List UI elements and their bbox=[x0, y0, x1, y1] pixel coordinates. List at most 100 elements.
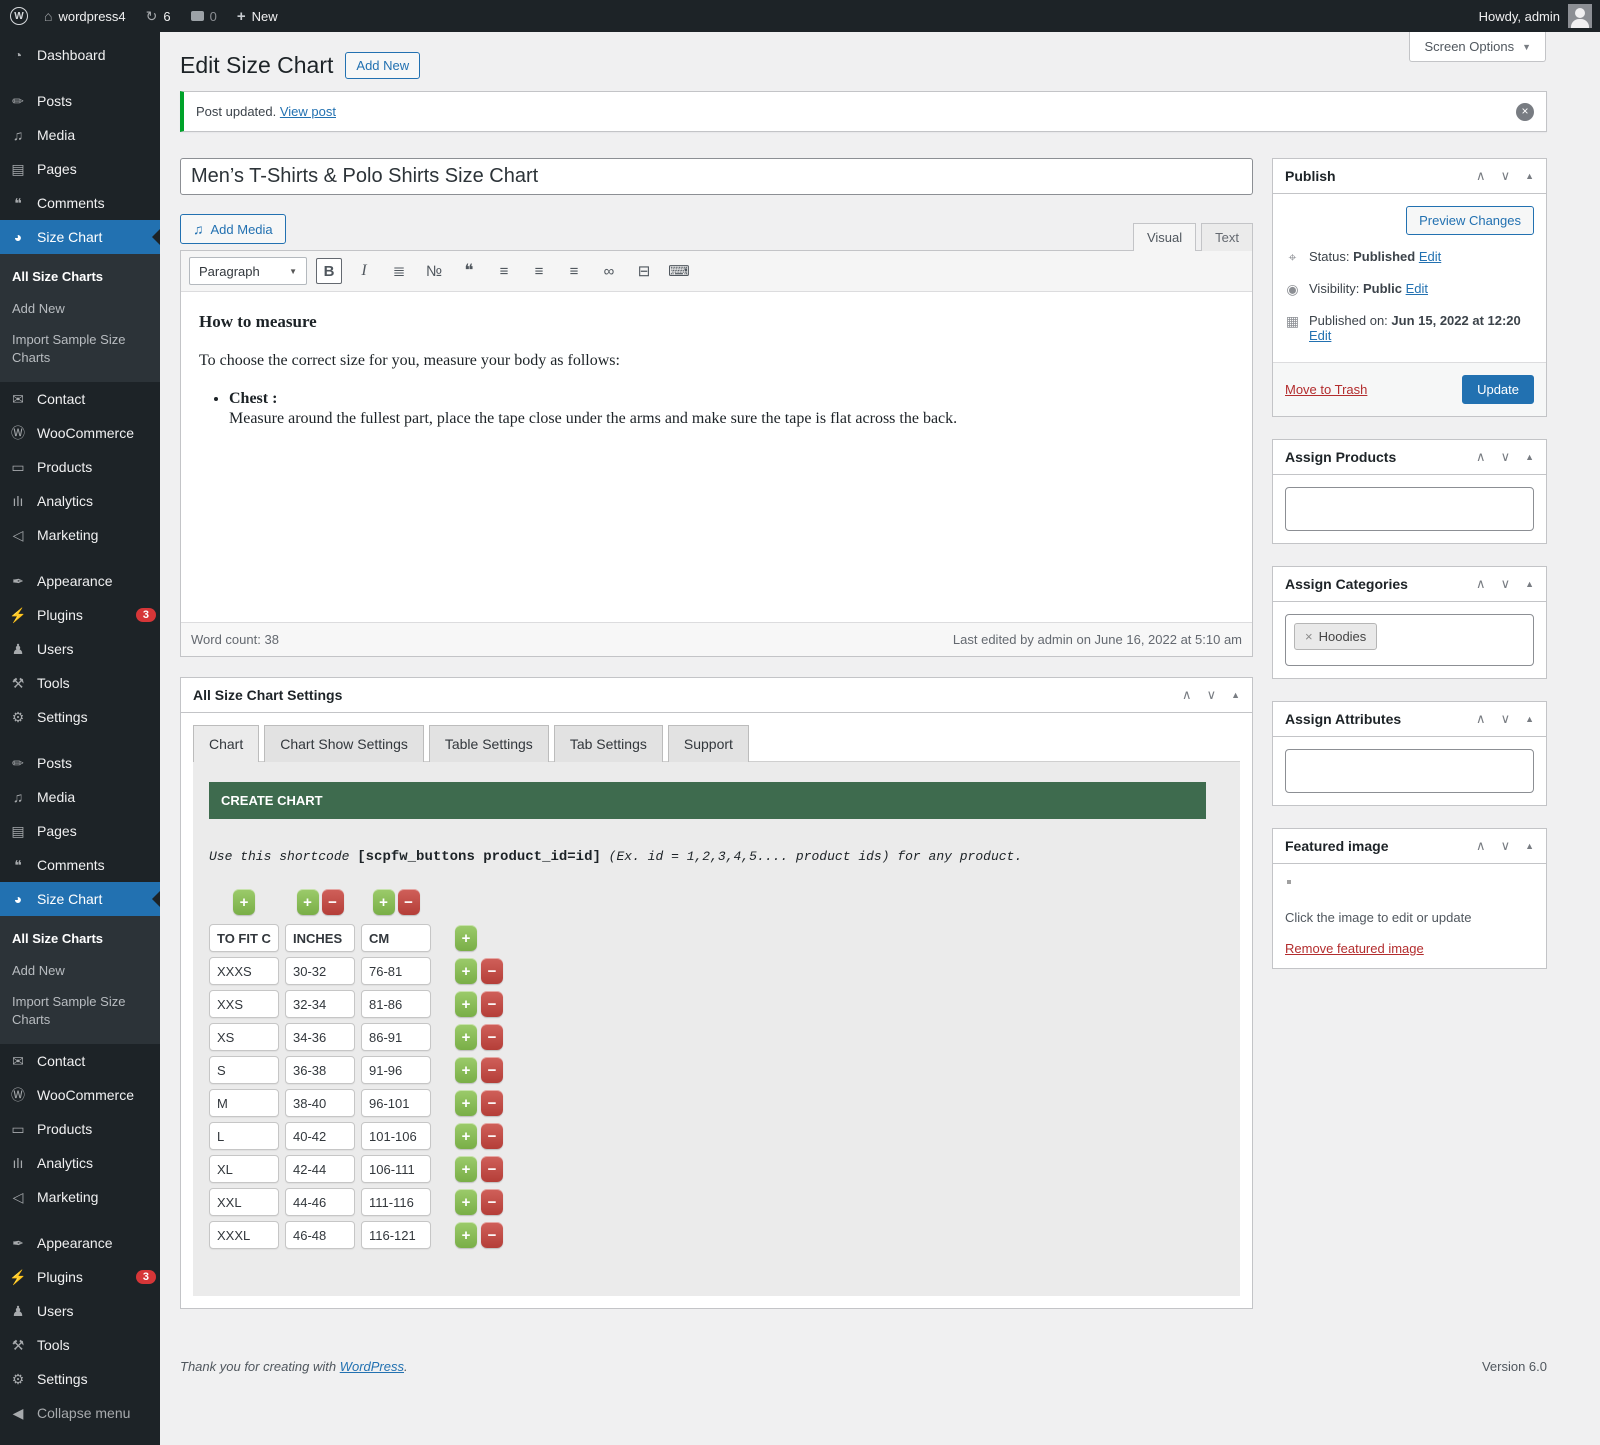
update-button[interactable]: Update bbox=[1462, 375, 1534, 404]
view-post-link[interactable]: View post bbox=[280, 104, 336, 119]
sidebar-item-tools[interactable]: ⚒ Tools bbox=[0, 1328, 160, 1362]
assign-products-header[interactable]: Assign Products ∧ ∨ ▲ bbox=[1273, 440, 1546, 475]
assign-categories-header[interactable]: Assign Categories ∧ ∨ ▲ bbox=[1273, 567, 1546, 602]
sidebar-item-collapse-menu[interactable]: ◀ Collapse menu bbox=[0, 1396, 160, 1430]
new-content-menu[interactable]: + New bbox=[227, 0, 288, 32]
sidebar-item-woocommerce[interactable]: Ⓦ WooCommerce bbox=[0, 416, 160, 450]
sidebar-item-contact[interactable]: ✉ Contact bbox=[0, 1044, 160, 1078]
size-cell-input[interactable]: L bbox=[209, 1122, 279, 1150]
site-name-menu[interactable]: ⌂ wordpress4 bbox=[34, 0, 136, 32]
size-cell-input[interactable]: 30-32 bbox=[285, 957, 355, 985]
add-row-button[interactable]: + bbox=[455, 1057, 477, 1083]
sidebar-item-tools[interactable]: ⚒ Tools bbox=[0, 666, 160, 700]
move-up-icon[interactable]: ∧ bbox=[1182, 687, 1192, 703]
featured-image-header[interactable]: Featured image ∧ ∨ ▲ bbox=[1273, 829, 1546, 864]
add-column-button[interactable]: + bbox=[296, 889, 319, 915]
size-cell-input[interactable]: 101-106 bbox=[361, 1122, 431, 1150]
add-row-button[interactable]: + bbox=[455, 1156, 477, 1182]
toggle-panel-icon[interactable]: ▲ bbox=[1525, 841, 1534, 851]
settings-tab-chart-show-settings[interactable]: Chart Show Settings bbox=[264, 725, 424, 762]
tab-text[interactable]: Text bbox=[1201, 223, 1253, 251]
numbered-list-icon[interactable]: № bbox=[421, 258, 447, 284]
publish-box-header[interactable]: Publish ∧ ∨ ▲ bbox=[1273, 159, 1546, 194]
size-cell-input[interactable]: 81-86 bbox=[361, 990, 431, 1018]
remove-column-button[interactable]: − bbox=[321, 889, 344, 915]
size-cell-input[interactable]: 42-44 bbox=[285, 1155, 355, 1183]
add-column-button[interactable]: + bbox=[233, 889, 255, 915]
toggle-panel-icon[interactable]: ▲ bbox=[1231, 690, 1240, 700]
preview-changes-button[interactable]: Preview Changes bbox=[1406, 206, 1534, 235]
size-cell-input[interactable]: XXS bbox=[209, 990, 279, 1018]
blockquote-icon[interactable]: ❝ bbox=[456, 258, 482, 284]
size-cell-input[interactable]: XS bbox=[209, 1023, 279, 1051]
size-cell-input[interactable]: 34-36 bbox=[285, 1023, 355, 1051]
remove-row-button[interactable]: − bbox=[481, 1090, 503, 1116]
add-column-button[interactable]: + bbox=[372, 889, 395, 915]
move-down-icon[interactable]: ∨ bbox=[1501, 838, 1511, 854]
remove-row-button[interactable]: − bbox=[481, 1024, 503, 1050]
edit-visibility-link[interactable]: Edit bbox=[1406, 281, 1428, 296]
remove-row-button[interactable]: − bbox=[481, 991, 503, 1017]
align-left-icon[interactable]: ≡ bbox=[491, 258, 517, 284]
settings-tab-support[interactable]: Support bbox=[667, 725, 749, 762]
link-icon[interactable]: ∞ bbox=[596, 258, 622, 284]
add-row-button[interactable]: + bbox=[455, 1189, 477, 1215]
settings-tab-table-settings[interactable]: Table Settings bbox=[428, 725, 549, 762]
sidebar-subitem-all-size-charts[interactable]: All Size Charts bbox=[0, 923, 160, 955]
size-cell-input[interactable]: 106-111 bbox=[361, 1155, 431, 1183]
editor-content[interactable]: How to measure To choose the correct siz… bbox=[181, 292, 1252, 622]
column-header-input[interactable]: TO FIT C bbox=[209, 924, 279, 952]
size-cell-input[interactable]: 111-116 bbox=[361, 1188, 431, 1216]
add-row-button[interactable]: + bbox=[455, 1222, 477, 1248]
sidebar-item-contact[interactable]: ✉ Contact bbox=[0, 382, 160, 416]
remove-row-button[interactable]: − bbox=[481, 1057, 503, 1083]
add-row-button[interactable]: + bbox=[455, 958, 477, 984]
add-row-button[interactable]: + bbox=[455, 991, 477, 1017]
sidebar-item-size-chart[interactable]: ◕ Size Chart bbox=[0, 882, 160, 917]
settings-box-header[interactable]: All Size Chart Settings ∧ ∨ ▲ bbox=[181, 678, 1252, 713]
sidebar-item-media[interactable]: ♫ Media bbox=[0, 118, 160, 152]
size-cell-input[interactable]: XXXS bbox=[209, 957, 279, 985]
add-column-button[interactable]: + bbox=[455, 925, 477, 951]
sidebar-item-appearance[interactable]: ✒ Appearance bbox=[0, 564, 160, 598]
move-up-icon[interactable]: ∧ bbox=[1476, 838, 1486, 854]
sidebar-item-woocommerce[interactable]: Ⓦ WooCommerce bbox=[0, 1078, 160, 1112]
toggle-panel-icon[interactable]: ▲ bbox=[1525, 714, 1534, 724]
toggle-panel-icon[interactable]: ▲ bbox=[1525, 171, 1534, 181]
bold-icon[interactable]: B bbox=[316, 258, 342, 284]
sidebar-subitem-all-size-charts[interactable]: All Size Charts bbox=[0, 261, 160, 293]
screen-options-button[interactable]: Screen Options ▼ bbox=[1409, 32, 1546, 62]
add-row-button[interactable]: + bbox=[455, 1024, 477, 1050]
edit-status-link[interactable]: Edit bbox=[1419, 249, 1441, 264]
remove-tag-icon[interactable]: × bbox=[1305, 629, 1313, 644]
account-menu[interactable]: Howdy, admin bbox=[1479, 4, 1600, 28]
remove-featured-image-link[interactable]: Remove featured image bbox=[1285, 941, 1424, 956]
sidebar-subitem-import-sample-size-charts[interactable]: Import Sample Size Charts bbox=[0, 986, 160, 1035]
assign-categories-input[interactable]: × Hoodies bbox=[1285, 614, 1534, 666]
remove-row-button[interactable]: − bbox=[481, 1189, 503, 1215]
size-cell-input[interactable]: 36-38 bbox=[285, 1056, 355, 1084]
sidebar-item-comments[interactable]: ❝ Comments bbox=[0, 848, 160, 882]
sidebar-item-plugins[interactable]: ⚡ Plugins 3 bbox=[0, 598, 160, 632]
size-cell-input[interactable]: 44-46 bbox=[285, 1188, 355, 1216]
size-cell-input[interactable]: 40-42 bbox=[285, 1122, 355, 1150]
sidebar-item-pages[interactable]: ▤ Pages bbox=[0, 814, 160, 848]
toggle-panel-icon[interactable]: ▲ bbox=[1525, 579, 1534, 589]
tab-visual[interactable]: Visual bbox=[1132, 223, 1197, 251]
size-cell-input[interactable]: 96-101 bbox=[361, 1089, 431, 1117]
settings-tab-tab-settings[interactable]: Tab Settings bbox=[553, 725, 663, 762]
remove-row-button[interactable]: − bbox=[481, 1123, 503, 1149]
settings-tab-chart[interactable]: Chart bbox=[193, 725, 260, 762]
add-new-button[interactable]: Add New bbox=[345, 52, 421, 79]
size-cell-input[interactable]: 76-81 bbox=[361, 957, 431, 985]
column-header-input[interactable]: INCHES bbox=[285, 924, 355, 952]
move-up-icon[interactable]: ∧ bbox=[1476, 576, 1486, 592]
align-center-icon[interactable]: ≡ bbox=[526, 258, 552, 284]
sidebar-item-plugins[interactable]: ⚡ Plugins 3 bbox=[0, 1260, 160, 1294]
move-down-icon[interactable]: ∨ bbox=[1501, 711, 1511, 727]
wordpress-logo-icon[interactable]: W bbox=[10, 7, 28, 25]
size-cell-input[interactable]: XL bbox=[209, 1155, 279, 1183]
move-down-icon[interactable]: ∨ bbox=[1501, 576, 1511, 592]
move-down-icon[interactable]: ∨ bbox=[1501, 449, 1511, 465]
size-cell-input[interactable]: 86-91 bbox=[361, 1023, 431, 1051]
